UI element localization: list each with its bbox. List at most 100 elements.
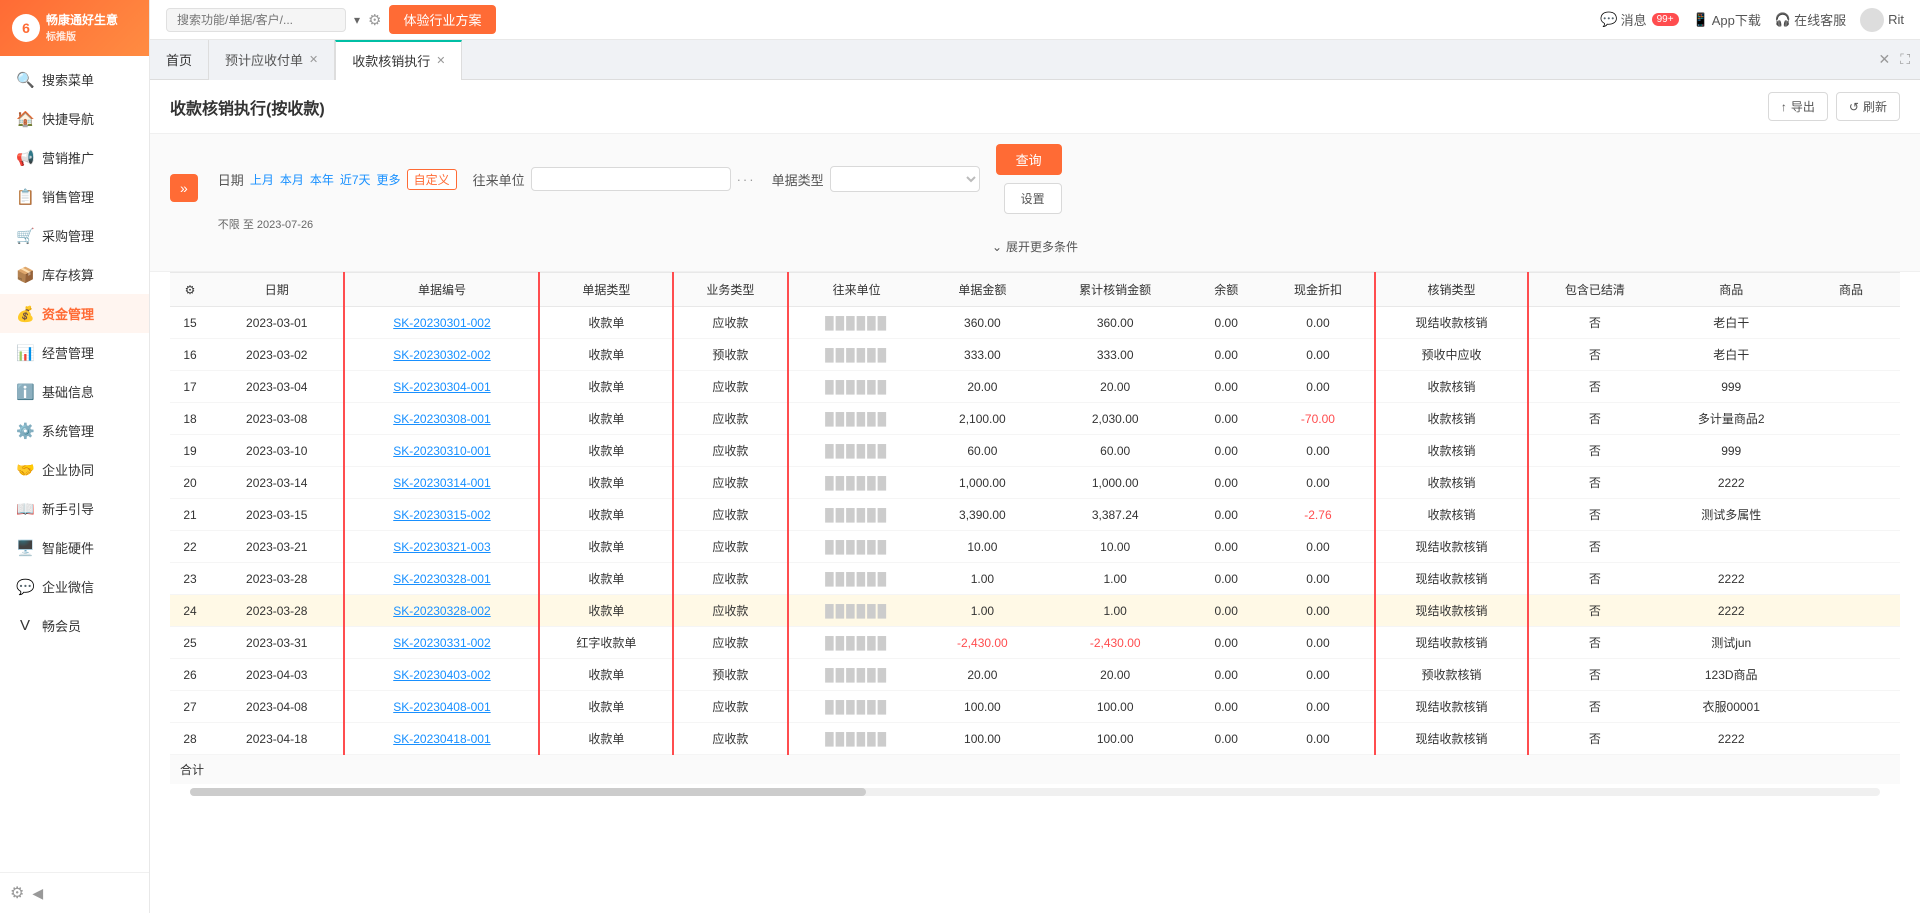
cell-date: 2023-03-10 <box>210 435 344 467</box>
tab-collection[interactable]: 收款核销执行 ✕ <box>335 40 462 80</box>
col-counterparty[interactable]: 往来单位 <box>788 273 925 307</box>
cell-product2 <box>1802 339 1900 371</box>
sidebar-item-wechat[interactable]: 💬 企业微信 <box>0 567 149 606</box>
sidebar-item-purchase[interactable]: 🛒 采购管理 <box>0 216 149 255</box>
collapse-icon[interactable]: ◀ <box>32 885 43 902</box>
col-include-settled[interactable]: 包含已结清 <box>1528 273 1660 307</box>
bill-num-link[interactable]: SK-20230310-001 <box>393 444 490 458</box>
sidebar-item-search[interactable]: 🔍 搜索菜单 <box>0 60 149 99</box>
service-item[interactable]: 🎧 在线客服 <box>1775 10 1846 29</box>
table-row: 22 2023-03-21 SK-20230321-003 收款单 应收款 ██… <box>170 531 1900 563</box>
bill-num-link[interactable]: SK-20230328-002 <box>393 604 490 618</box>
col-cash-discount[interactable]: 现金折扣 <box>1262 273 1375 307</box>
tab-collection-close[interactable]: ✕ <box>436 54 445 67</box>
gear-bottom-icon[interactable]: ⚙ <box>10 883 24 903</box>
expand-window-icon[interactable]: ⛶ <box>1900 51 1910 68</box>
col-setting[interactable]: ⚙ <box>170 273 210 307</box>
col-bill-type[interactable]: 单据类型 <box>539 273 673 307</box>
sidebar-item-basic[interactable]: ℹ️ 基础信息 <box>0 372 149 411</box>
sidebar-item-enterprise[interactable]: 🤝 企业协同 <box>0 450 149 489</box>
sidebar-item-operations[interactable]: 📊 经营管理 <box>0 333 149 372</box>
cell-biz-type: 预收款 <box>673 339 787 371</box>
sidebar-item-guide[interactable]: 📖 新手引导 <box>0 489 149 528</box>
date-links: 上月 本月 本年 近7天 更多 <box>250 171 401 188</box>
solution-button[interactable]: 体验行业方案 <box>389 5 495 34</box>
table-row: 17 2023-03-04 SK-20230304-001 收款单 应收款 ██… <box>170 371 1900 403</box>
cell-date: 2023-03-01 <box>210 307 344 339</box>
filter-expand-left-btn[interactable]: » <box>170 174 198 202</box>
billtype-select[interactable] <box>830 166 980 192</box>
bill-num-link[interactable]: SK-20230314-001 <box>393 476 490 490</box>
cell-biz-type: 应收款 <box>673 531 787 563</box>
bill-num-link[interactable]: SK-20230331-002 <box>393 636 490 650</box>
sidebar-item-system[interactable]: ⚙️ 系统管理 <box>0 411 149 450</box>
user-item[interactable]: Rit <box>1860 8 1904 32</box>
cell-num: 16 <box>170 339 210 371</box>
col-cancel-amount[interactable]: 累计核销金额 <box>1040 273 1190 307</box>
table-wrapper[interactable]: ⚙ 日期 单据编号 单据类型 业务类型 往来单位 单据金额 累计核销金额 余额 … <box>150 272 1920 913</box>
cell-balance: 0.00 <box>1190 659 1262 691</box>
col-balance[interactable]: 余额 <box>1190 273 1262 307</box>
date-7days[interactable]: 近7天 <box>340 171 371 188</box>
filter-row: 日期 上月 本月 本年 近7天 更多 自定义 往来单位 <box>218 144 1062 214</box>
sidebar-item-marketing[interactable]: 📢 营销推广 <box>0 138 149 177</box>
tab-prepay-close[interactable]: ✕ <box>309 53 318 66</box>
query-button[interactable]: 查询 <box>996 144 1062 175</box>
sidebar-label-finance: 资金管理 <box>42 304 94 323</box>
cell-date: 2023-03-04 <box>210 371 344 403</box>
bill-num-link[interactable]: SK-20230302-002 <box>393 348 490 362</box>
bill-num-link[interactable]: SK-20230301-002 <box>393 316 490 330</box>
tab-home[interactable]: 首页 <box>150 40 209 80</box>
date-this-year[interactable]: 本年 <box>310 171 334 188</box>
topbar-search-input[interactable] <box>166 8 346 32</box>
bill-num-link[interactable]: SK-20230403-002 <box>393 668 490 682</box>
date-custom-btn[interactable]: 自定义 <box>407 169 457 190</box>
sidebar-item-quick-nav[interactable]: 🏠 快捷导航 <box>0 99 149 138</box>
topbar-gear-icon[interactable]: ⚙ <box>368 11 381 29</box>
cell-product: 测试jun <box>1660 627 1802 659</box>
filter-billtype-item: 单据类型 <box>772 166 980 192</box>
sidebar-item-sales[interactable]: 📋 销售管理 <box>0 177 149 216</box>
sidebar-item-hardware[interactable]: 🖥️ 智能硬件 <box>0 528 149 567</box>
tab-prepay[interactable]: 预计应收付单 ✕ <box>209 40 335 80</box>
table-row: 15 2023-03-01 SK-20230301-002 收款单 应收款 ██… <box>170 307 1900 339</box>
counterparty-dots[interactable]: ··· <box>737 172 756 187</box>
scrollbar-thumb[interactable] <box>190 788 866 796</box>
cell-num: 28 <box>170 723 210 755</box>
bill-num-link[interactable]: SK-20230304-001 <box>393 380 490 394</box>
col-product2[interactable]: 商品 <box>1802 273 1900 307</box>
cell-cash-discount: 0.00 <box>1262 339 1375 371</box>
cell-balance: 0.00 <box>1190 339 1262 371</box>
cell-counterparty: ██████ <box>788 723 925 755</box>
app-download-item[interactable]: 📱 App下载 <box>1693 10 1761 29</box>
col-bill-num[interactable]: 单据编号 <box>344 273 539 307</box>
settings-button[interactable]: 设置 <box>1004 183 1062 214</box>
date-more[interactable]: 更多 <box>377 171 401 188</box>
message-item[interactable]: 💬 消息 99+ <box>1600 10 1678 29</box>
col-bill-amount[interactable]: 单据金额 <box>925 273 1040 307</box>
col-product[interactable]: 商品 <box>1660 273 1802 307</box>
close-window-icon[interactable]: ✕ <box>1878 51 1890 68</box>
col-cancel-type[interactable]: 核销类型 <box>1375 273 1528 307</box>
bill-num-link[interactable]: SK-20230328-001 <box>393 572 490 586</box>
cell-include-settled: 否 <box>1528 627 1660 659</box>
export-button[interactable]: ↑ 导出 <box>1768 92 1828 121</box>
col-biz-type[interactable]: 业务类型 <box>673 273 787 307</box>
bill-num-link[interactable]: SK-20230418-001 <box>393 732 490 746</box>
refresh-button[interactable]: ↺ 刷新 <box>1836 92 1900 121</box>
bill-num-link[interactable]: SK-20230321-003 <box>393 540 490 554</box>
sidebar-item-inventory[interactable]: 📦 库存核算 <box>0 255 149 294</box>
topbar-dropdown-btn[interactable]: ▾ <box>354 13 360 27</box>
sidebar-item-member[interactable]: V 畅会员 <box>0 606 149 645</box>
counterparty-input[interactable] <box>531 167 731 191</box>
bill-num-link[interactable]: SK-20230408-001 <box>393 700 490 714</box>
bill-num-link[interactable]: SK-20230315-002 <box>393 508 490 522</box>
date-this-month[interactable]: 本月 <box>280 171 304 188</box>
horizontal-scrollbar[interactable] <box>190 788 1880 796</box>
table-footer-row: 合计 <box>170 755 1900 785</box>
sidebar-item-finance[interactable]: 💰 资金管理 <box>0 294 149 333</box>
expand-conditions-btn[interactable]: ⌄ 展开更多条件 <box>992 238 1078 255</box>
date-last-month[interactable]: 上月 <box>250 171 274 188</box>
col-date[interactable]: 日期 <box>210 273 344 307</box>
bill-num-link[interactable]: SK-20230308-001 <box>393 412 490 426</box>
